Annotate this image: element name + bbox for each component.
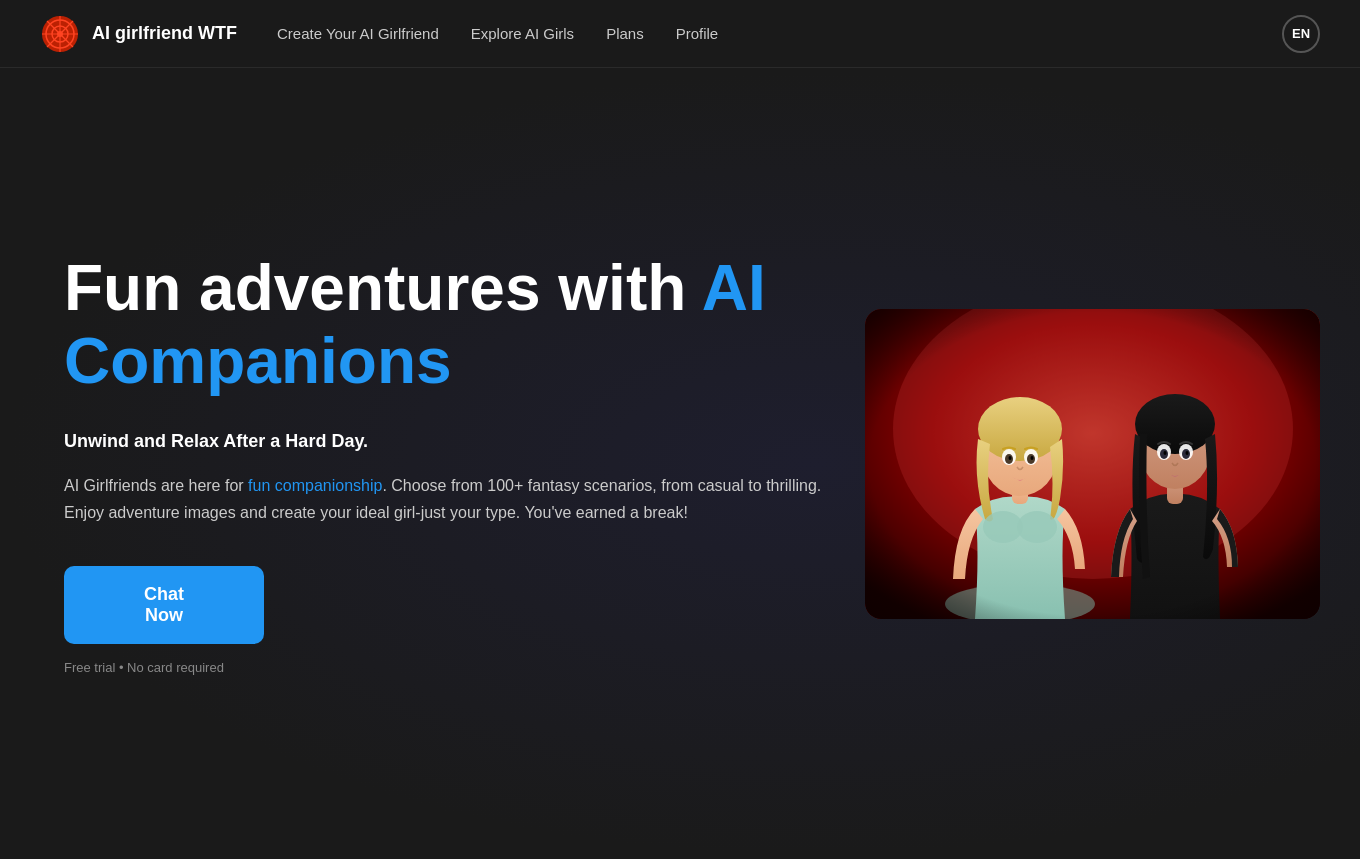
- hero-image: [865, 309, 1320, 619]
- hero-section: Fun adventures with AICompanions Unwind …: [0, 68, 1360, 859]
- nav-link-profile[interactable]: Profile: [676, 25, 719, 42]
- hero-footnote: Free trial • No card required: [64, 660, 844, 675]
- hero-subtitle: Unwind and Relax After a Hard Day.: [64, 431, 844, 452]
- nav-links: Create Your AI Girlfriend Explore AI Gir…: [277, 25, 1282, 42]
- hero-title: Fun adventures with AICompanions: [64, 252, 844, 399]
- hero-content: Fun adventures with AICompanions Unwind …: [64, 252, 844, 676]
- women-illustration: [865, 309, 1320, 619]
- hero-description: AI Girlfriends are here for fun companio…: [64, 472, 824, 526]
- hero-companions-text: Companions: [64, 325, 452, 397]
- hero-desc-link: fun companionship: [248, 477, 382, 494]
- navbar: AI girlfriend WTF Create Your AI Girlfri…: [0, 0, 1360, 68]
- hero-title-plain: Fun adventures with: [64, 252, 702, 324]
- logo-group[interactable]: AI girlfriend WTF: [40, 14, 237, 54]
- logo-icon: [40, 14, 80, 54]
- svg-rect-31: [865, 309, 1320, 619]
- nav-link-plans[interactable]: Plans: [606, 25, 644, 42]
- language-button[interactable]: EN: [1282, 15, 1320, 53]
- nav-link-create[interactable]: Create Your AI Girlfriend: [277, 25, 439, 42]
- chat-now-button[interactable]: Chat Now: [64, 566, 264, 644]
- nav-link-explore[interactable]: Explore AI Girls: [471, 25, 574, 42]
- hero-desc-prefix: AI Girlfriends are here for: [64, 477, 248, 494]
- brand-name: AI girlfriend WTF: [92, 23, 237, 44]
